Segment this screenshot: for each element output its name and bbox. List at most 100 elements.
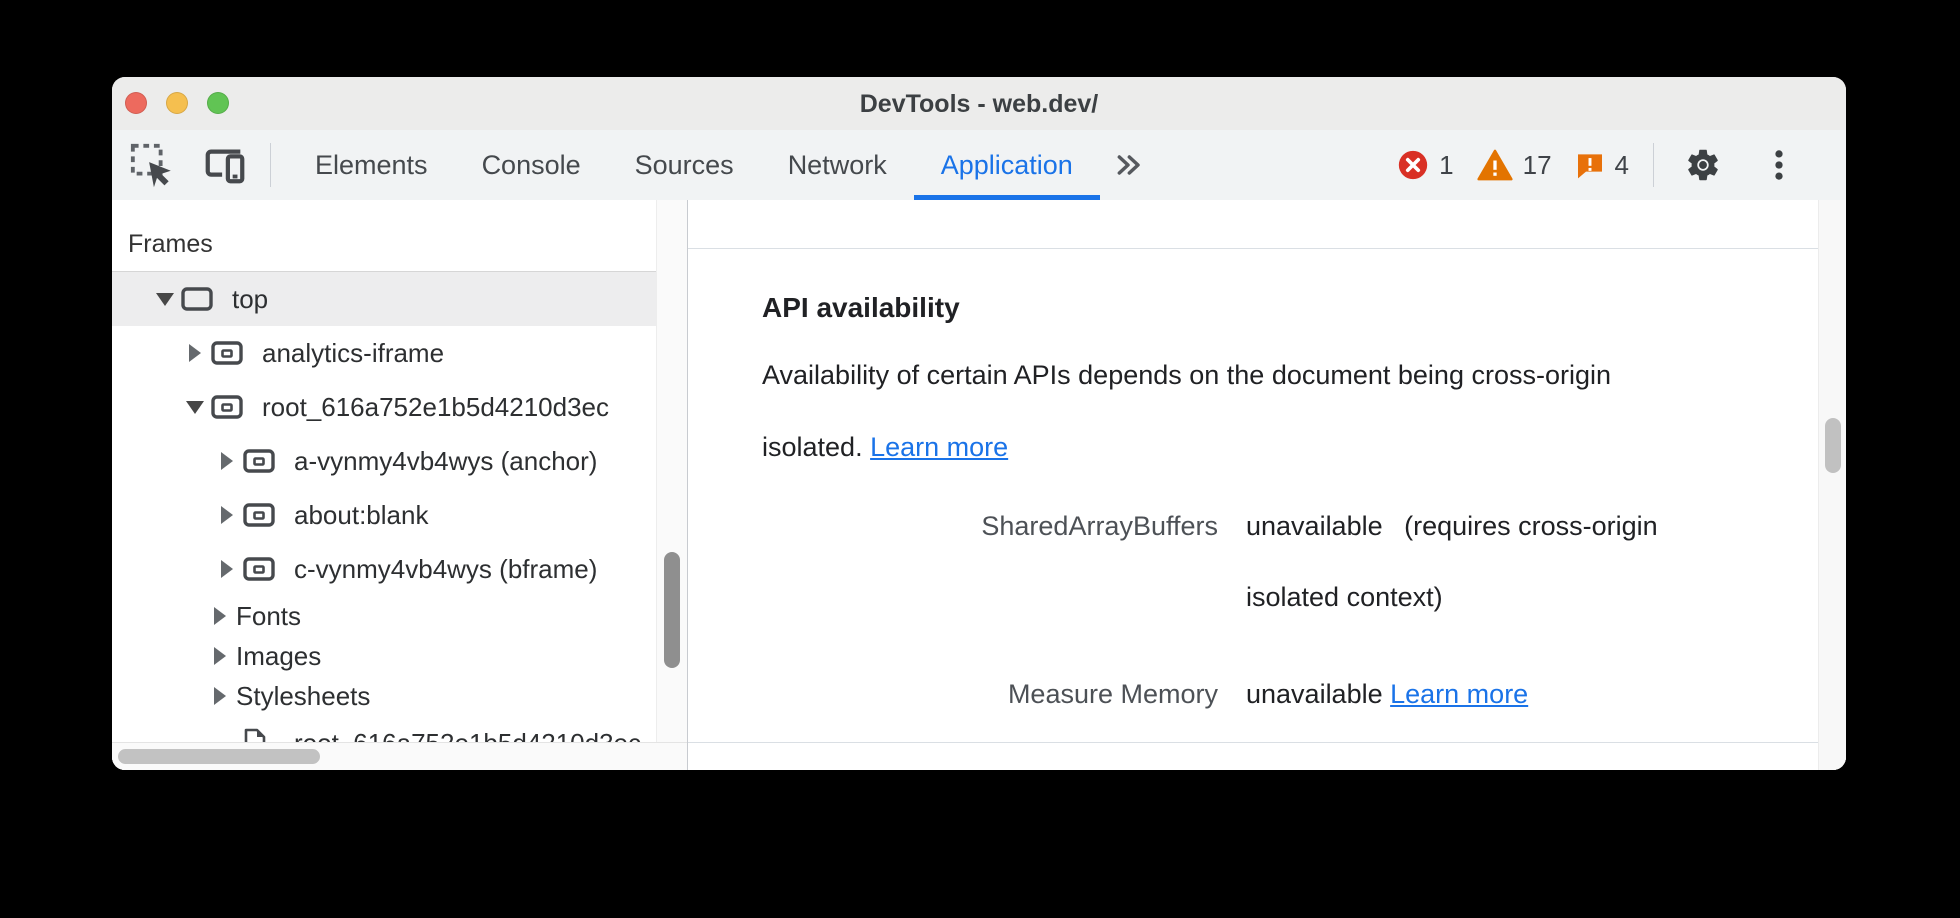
tree-item-fonts[interactable]: Fonts [112,596,656,636]
customize-devtools-button[interactable] [1754,140,1804,190]
api-availability-section: API availability Availability of certain… [688,200,1846,770]
tree-item-analytics-iframe[interactable]: analytics-iframe [112,326,656,380]
tab-label: Network [788,150,887,181]
devtools-window: DevTools - web.dev/ Elements Console Sourc… [112,77,1846,770]
api-status-note-line-2: isolated context) [1246,582,1443,613]
tree-item-label: Fonts [236,601,301,632]
toolbar-divider [1653,143,1654,187]
iframe-icon [242,447,282,475]
scrollbar-thumb[interactable] [118,749,320,764]
warning-icon [1476,147,1514,183]
tree-item-label: analytics-iframe [262,338,444,369]
tab-sources[interactable]: Sources [608,130,761,200]
iframe-icon [210,339,250,367]
tree-item-root-616a752e1b5d4210d3ec[interactable]: root_616a752e1b5d4210d3ec [112,380,656,434]
frames-section-title: Frames [128,230,213,259]
error-icon [1396,148,1430,182]
tree-item-stylesheets[interactable]: Stylesheets [112,676,656,716]
tab-application[interactable]: Application [914,130,1100,200]
tree-item-label: Images [236,641,321,672]
triangle-collapsed-icon[interactable] [212,687,236,705]
tree-item-top[interactable]: top [112,272,656,326]
chevron-double-right-icon [1114,148,1146,182]
main-toolbar: Elements Console Sources Network Application… [112,130,1846,200]
section-divider [688,248,1818,249]
api-status-note: (requires cross-origin [1404,511,1658,541]
tree-item-label: a-vynmy4vb4wys (anchor) [294,446,597,477]
tree-item-images[interactable]: Images [112,636,656,676]
description-line-2-text: isolated. [762,432,863,462]
inspect-element-button[interactable] [129,142,175,188]
sidebar-horizontal-scrollbar[interactable] [112,742,687,770]
panel-tabs: Elements Console Sources Network Application [288,130,1100,200]
tree-item-label: root_616a752e1b5d4210d3ec [294,728,641,743]
tab-elements[interactable]: Elements [288,130,455,200]
scrollbar-thumb[interactable] [664,552,680,668]
tab-console[interactable]: Console [455,130,608,200]
frames-tree: top analytics-iframe root_616a752e1b5d4210… [112,272,656,742]
more-tabs-button[interactable] [1108,142,1152,188]
inspect-icon [129,142,175,188]
api-row-key-sharedarraybuffers: SharedArrayBuffers [762,511,1218,542]
tree-item-label: Stylesheets [236,681,370,712]
triangle-collapsed-icon[interactable] [180,344,210,362]
application-panel: Frames top analytics-iframe root_616a752e1… [112,200,1846,770]
settings-button[interactable] [1678,140,1728,190]
tree-item-a-vynmy4vb4wys-anchor[interactable]: a-vynmy4vb4wys (anchor) [112,434,656,488]
api-row-value-measure-memory: unavailable Learn more [1246,679,1528,710]
triangle-collapsed-icon[interactable] [212,560,242,578]
iframe-icon [210,393,250,421]
api-status: unavailable [1246,511,1383,541]
tree-item-c-vynmy4vb4wys-bframe[interactable]: c-vynmy4vb4wys (bframe) [112,542,656,596]
triangle-collapsed-icon[interactable] [212,607,236,625]
window-title: DevTools - web.dev/ [112,77,1846,130]
frames-section-header[interactable]: Frames [112,200,656,272]
learn-more-link[interactable]: Learn more [1390,679,1528,709]
description-line-1: Availability of certain APIs depends on … [762,360,1611,391]
api-row-value-sharedarraybuffers: unavailable (requires cross-origin [1246,511,1658,542]
triangle-expanded-icon[interactable] [150,293,180,306]
section-heading: API availability [762,292,960,324]
iframe-icon [242,501,282,529]
tree-item-root-616a752e1b5d4210d3ec[interactable]: root_616a752e1b5d4210d3ec [112,716,656,742]
titlebar: DevTools - web.dev/ [112,77,1846,131]
api-status: unavailable [1246,679,1383,709]
settings-gear-icon [1684,142,1722,188]
sidebar-vertical-scrollbar[interactable] [656,200,687,742]
iframe-icon [242,555,282,583]
description-line-2: isolated. Learn more [762,432,1008,463]
section-divider [688,742,1818,743]
warning-count: 17 [1523,150,1552,181]
tree-item-label: root_616a752e1b5d4210d3ec [262,392,609,423]
issues-icon [1574,149,1606,181]
api-row-key-measure-memory: Measure Memory [762,679,1218,710]
tree-item-about-blank[interactable]: about:blank [112,488,656,542]
scrollbar-thumb[interactable] [1825,418,1841,473]
tab-network[interactable]: Network [761,130,914,200]
tree-item-label: c-vynmy4vb4wys (bframe) [294,554,597,585]
triangle-expanded-icon[interactable] [180,401,210,414]
device-toolbar-button[interactable] [202,142,248,188]
toolbar-divider [270,143,271,187]
page-icon [242,728,282,742]
tab-label: Application [941,150,1073,181]
main-vertical-scrollbar[interactable] [1818,200,1846,770]
warnings-badge[interactable]: 17 [1476,147,1552,183]
error-count: 1 [1439,150,1453,181]
learn-more-link[interactable]: Learn more [870,432,1008,462]
application-sidebar: Frames top analytics-iframe root_616a752e1… [112,200,687,770]
frame-icon [180,285,220,313]
tree-item-label: about:blank [294,500,428,531]
tree-item-label: top [232,284,268,315]
issue-count: 4 [1615,150,1629,181]
toolbar-status-area: 1 17 4 [1396,140,1846,190]
device-toolbar-icon [202,142,248,188]
triangle-collapsed-icon[interactable] [212,506,242,524]
tab-label: Elements [315,150,428,181]
kebab-menu-icon [1760,143,1798,187]
issues-badge[interactable]: 4 [1574,149,1629,181]
errors-badge[interactable]: 1 [1396,148,1453,182]
tab-label: Console [482,150,581,181]
triangle-collapsed-icon[interactable] [212,647,236,665]
triangle-collapsed-icon[interactable] [212,452,242,470]
